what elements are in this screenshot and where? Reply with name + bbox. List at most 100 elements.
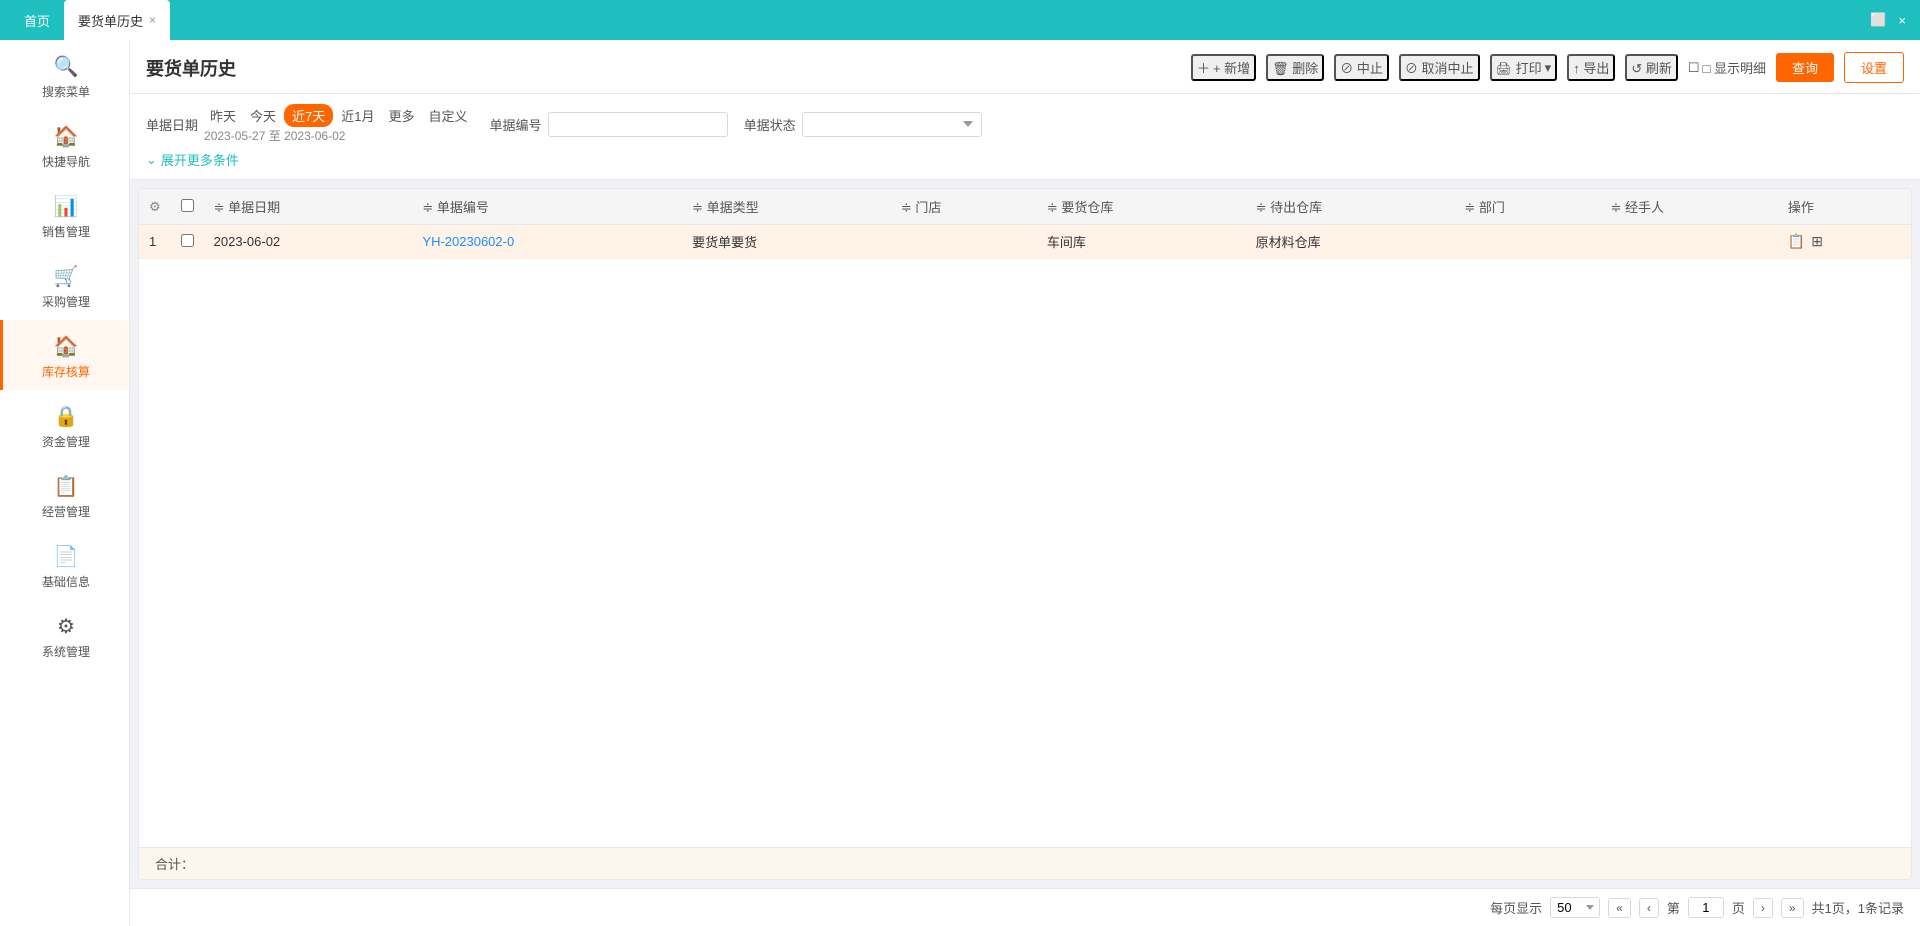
filter-row-main: 单据日期 昨天 今天 近7天 近1月 更多 自定义 2023-05-27 至 2… [146,104,1904,144]
prev-page-btn[interactable]: ‹ [1639,898,1659,918]
sidebar-item-quick-nav[interactable]: 🏠 快捷导航 [0,110,129,180]
system-mgmt-icon: ⚙ [57,614,75,639]
delete-button[interactable]: 🗑 删除 [1266,54,1324,81]
td-order-no: YH-20230602-0 [412,225,682,259]
next-page-btn[interactable]: › [1753,898,1773,918]
operations-mgmt-icon: 📋 [54,474,79,499]
th-req-warehouse-label: ≑ 要货仓库 [1047,200,1114,215]
more-action-icon[interactable]: ⊞ [1811,233,1823,250]
window-close-btn[interactable]: × [1898,13,1906,28]
date-filter-group: 昨天 今天 近7天 近1月 更多 自定义 2023-05-27 至 2023-0… [204,104,474,144]
per-page-select[interactable]: 50 20 100 200 [1550,897,1600,918]
th-store[interactable]: ≑ 门店 [891,189,1037,225]
print-button[interactable]: 🖨 打印 ▾ [1490,54,1558,81]
tab-requisition-history[interactable]: 要货单历史 × [64,0,170,40]
close-tab-icon[interactable]: × [149,13,156,27]
custom-date-btn[interactable]: 自定义 [423,104,474,127]
expand-more-conditions[interactable]: ⌄ 展开更多条件 [146,150,1904,169]
th-order-no[interactable]: ≑ 单据编号 [412,189,682,225]
td-date: 2023-06-02 [204,225,413,259]
th-order-type[interactable]: ≑ 单据类型 [682,189,891,225]
refresh-label: ↺ 刷新 [1631,58,1672,77]
row-checkbox[interactable] [181,234,194,247]
export-button[interactable]: ↑ 导出 [1567,54,1615,81]
sidebar-item-purchase-mgmt[interactable]: 🛒 采购管理 [0,250,129,320]
order-status-select[interactable] [802,112,982,137]
quick-nav-icon: 🏠 [54,124,79,149]
th-store-label: ≑ 门店 [901,200,942,215]
th-action: 操作 [1778,189,1911,225]
sidebar: 🔍 搜索菜单 🏠 快捷导航 📊 销售管理 🛒 采购管理 🏠 库存核算 🔒 资金管… [0,40,130,926]
more-date-btn[interactable]: 更多 [383,104,421,127]
toolbar: ＋ + 新增 🗑 删除 ⊘ 中止 ⊘ 取消中止 🖨 打印 ▾ [1191,52,1904,83]
td-pending-warehouse: 原材料仓库 [1246,225,1455,259]
sidebar-item-inventory-calc[interactable]: 🏠 库存核算 [0,320,129,390]
data-table: ⚙ ≑ 单据日期 ≑ 单据编号 ≑ 单据类型 [139,189,1911,259]
td-action: 📋 ⊞ [1778,225,1911,259]
select-all-checkbox[interactable] [181,199,194,212]
tab-home[interactable]: 首页 [10,0,64,40]
new-label: + 新增 [1213,58,1250,77]
order-no-link[interactable]: YH-20230602-0 [422,234,514,249]
sidebar-item-fund-mgmt[interactable]: 🔒 资金管理 [0,390,129,460]
th-date-label: ≑ 单据日期 [214,200,281,215]
stop-label: ⊘ 中止 [1340,58,1383,77]
sidebar-item-basic-info[interactable]: 📄 基础信息 [0,530,129,600]
search-menu-icon: 🔍 [54,54,79,79]
stop-button[interactable]: ⊘ 中止 [1334,54,1389,81]
th-req-warehouse[interactable]: ≑ 要货仓库 [1037,189,1246,225]
th-date[interactable]: ≑ 单据日期 [204,189,413,225]
display-detail-checkbox-icon: ☐ [1688,60,1700,76]
refresh-button[interactable]: ↺ 刷新 [1625,54,1678,81]
purchase-mgmt-icon: 🛒 [54,264,79,289]
window-restore-btn[interactable]: ⬜ [1870,12,1886,28]
table-container: ⚙ ≑ 单据日期 ≑ 单据编号 ≑ 单据类型 [138,188,1912,880]
th-pending-warehouse-label: ≑ 待出仓库 [1256,200,1323,215]
tab-home-label: 首页 [24,11,50,30]
sidebar-item-sales-mgmt[interactable]: 📊 销售管理 [0,180,129,250]
today-btn[interactable]: 今天 [244,104,282,127]
tab-requisition-history-label: 要货单历史 [78,11,143,30]
top-bar-right: ⬜ × [1870,12,1920,28]
first-page-btn[interactable]: « [1608,898,1631,918]
expand-more-label: 展开更多条件 [161,150,239,169]
order-no-input[interactable] [548,112,728,137]
total-label: 合计： [155,857,194,872]
sidebar-item-quick-nav-label: 快捷导航 [42,153,90,170]
sidebar-item-basic-info-label: 基础信息 [42,573,90,590]
sidebar-item-operations-mgmt[interactable]: 📋 经营管理 [0,460,129,530]
td-index: 1 [139,225,171,259]
yesterday-btn[interactable]: 昨天 [204,104,242,127]
inventory-calc-icon: 🏠 [54,334,79,359]
cancel-stop-button[interactable]: ⊘ 取消中止 [1399,54,1480,81]
td-store [891,225,1037,259]
table-footer: 合计： [139,847,1911,879]
display-detail-toggle[interactable]: ☐ □ 显示明细 [1688,58,1766,77]
th-pending-warehouse[interactable]: ≑ 待出仓库 [1246,189,1455,225]
total-info: 共1页，1条记录 [1812,898,1904,917]
th-settings-gear[interactable]: ⚙ [139,189,171,225]
last7days-btn[interactable]: 近7天 [284,104,333,127]
th-order-type-label: ≑ 单据类型 [692,200,759,215]
th-handler[interactable]: ≑ 经手人 [1600,189,1777,225]
th-department[interactable]: ≑ 部门 [1454,189,1600,225]
sidebar-item-search-menu[interactable]: 🔍 搜索菜单 [0,40,129,110]
edit-action-icon[interactable]: 📋 [1788,233,1805,250]
date-range-label: 单据日期 [146,115,198,134]
last-page-btn[interactable]: » [1781,898,1804,918]
per-page-label: 每页显示 [1490,898,1542,917]
content-area: 要货单历史 ＋ + 新增 🗑 删除 ⊘ 中止 ⊘ 取消中止 [130,40,1920,926]
page-number-input[interactable] [1688,897,1724,918]
query-button[interactable]: 查询 [1776,53,1834,82]
page-header: 要货单历史 ＋ + 新增 🗑 删除 ⊘ 中止 ⊘ 取消中止 [130,40,1920,94]
td-department [1454,225,1600,259]
sidebar-item-purchase-mgmt-label: 采购管理 [42,293,90,310]
settings-button[interactable]: 设置 [1844,52,1904,83]
print-label: 🖨 打印 [1496,58,1542,77]
display-detail-label: □ 显示明细 [1703,58,1766,77]
sidebar-item-system-mgmt[interactable]: ⚙ 系统管理 [0,600,129,670]
sidebar-item-search-menu-label: 搜索菜单 [42,83,90,100]
new-button[interactable]: ＋ + 新增 [1191,54,1256,81]
last1month-btn[interactable]: 近1月 [335,104,380,127]
filter-area: 单据日期 昨天 今天 近7天 近1月 更多 自定义 2023-05-27 至 2… [130,94,1920,180]
